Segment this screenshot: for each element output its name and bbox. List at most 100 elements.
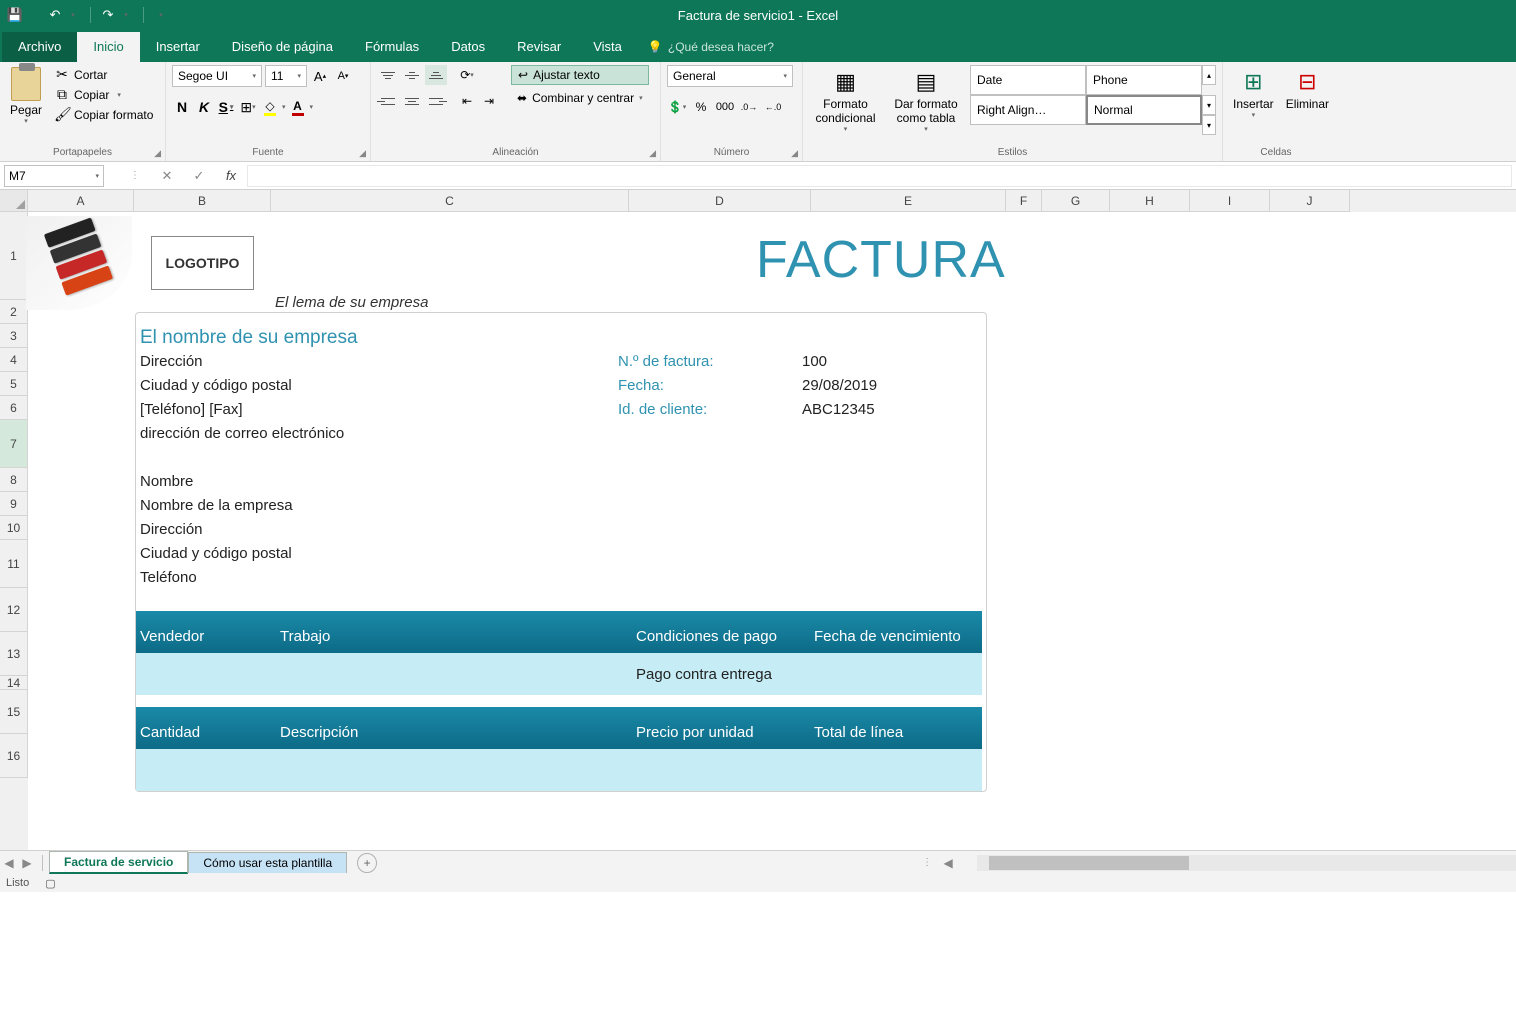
enter-formula-button[interactable]: ✓: [187, 165, 211, 187]
increase-font-button[interactable]: A▴: [310, 66, 330, 86]
row-header-16[interactable]: 16: [0, 734, 28, 778]
tab-home[interactable]: Inicio: [77, 32, 139, 62]
row-header-15[interactable]: 15: [0, 690, 28, 734]
select-all-corner[interactable]: [0, 190, 28, 212]
col-header-a[interactable]: A: [28, 190, 134, 212]
row-header-2[interactable]: 2: [0, 300, 28, 324]
style-gallery-more[interactable]: ▾: [1202, 115, 1216, 135]
delete-cells-button[interactable]: ⊟ Eliminar: [1282, 65, 1333, 113]
format-table-button[interactable]: ▤ Dar formato como tabla▾: [886, 65, 966, 135]
tab-review[interactable]: Revisar: [501, 32, 577, 62]
col-header-h[interactable]: H: [1110, 190, 1190, 212]
style-scroll-down[interactable]: ▾: [1202, 95, 1216, 115]
col-header-e[interactable]: E: [811, 190, 1006, 212]
insert-cells-button[interactable]: ⊞ Insertar▾: [1229, 65, 1278, 121]
undo-dropdown[interactable]: ▾: [66, 8, 80, 22]
format-painter-button[interactable]: 🖌Copiar formato: [50, 105, 157, 124]
orientation-button[interactable]: ⟳▾: [457, 65, 477, 85]
cell-style-date[interactable]: Date: [970, 65, 1086, 95]
sheet-nav-prev[interactable]: ◀: [0, 856, 18, 870]
number-format-selector[interactable]: General▾: [667, 65, 793, 87]
decrease-decimal-button[interactable]: ←.0: [763, 97, 783, 117]
row-header-9[interactable]: 9: [0, 492, 28, 516]
accounting-format-button[interactable]: 💲▾: [667, 97, 687, 117]
sheet-nav-next[interactable]: ▶: [18, 856, 36, 870]
decrease-font-button[interactable]: A▾: [333, 66, 353, 86]
redo-dropdown[interactable]: ▾: [119, 8, 133, 22]
sheet-tab-howto[interactable]: Cómo usar esta plantilla: [188, 852, 347, 873]
row-header-13[interactable]: 13: [0, 632, 28, 676]
company-name[interactable]: El nombre de su empresa: [136, 327, 986, 349]
align-left-button[interactable]: [377, 91, 399, 111]
save-icon[interactable]: 💾: [8, 8, 22, 22]
merge-center-button[interactable]: ⬌Combinar y centrar▾: [511, 89, 649, 107]
tab-data[interactable]: Datos: [435, 32, 501, 62]
table1-row[interactable]: Pago contra entrega: [136, 653, 982, 695]
redo-icon[interactable]: ↷: [101, 8, 115, 22]
style-scroll-up[interactable]: ▴: [1202, 65, 1216, 85]
align-top-button[interactable]: [377, 65, 399, 85]
cut-button[interactable]: ✂Cortar: [50, 65, 157, 84]
billto-name[interactable]: Nombre: [136, 469, 986, 493]
row-header-7[interactable]: 7: [0, 420, 28, 468]
copy-button[interactable]: ⧉Copiar▾: [50, 85, 157, 104]
row-header-8[interactable]: 8: [0, 468, 28, 492]
col-header-g[interactable]: G: [1042, 190, 1110, 212]
cell-style-normal[interactable]: Normal: [1086, 95, 1202, 125]
cell-style-rightalign[interactable]: Right Align…: [970, 95, 1086, 125]
percent-button[interactable]: %: [691, 97, 711, 117]
customer-id-value[interactable]: ABC12345: [802, 397, 972, 421]
bold-button[interactable]: N: [172, 97, 192, 117]
tell-me-search[interactable]: 💡 ¿Qué desea hacer?: [648, 40, 774, 62]
paste-button[interactable]: Pegar ▾: [6, 65, 46, 127]
font-name-selector[interactable]: Segoe UI▾: [172, 65, 262, 87]
align-right-button[interactable]: [425, 91, 447, 111]
invoice-title[interactable]: FACTURA: [756, 230, 1006, 290]
increase-indent-button[interactable]: ⇥: [479, 91, 499, 111]
horizontal-scrollbar[interactable]: [977, 855, 1516, 871]
cancel-formula-button[interactable]: ✕: [155, 165, 179, 187]
clipboard-dialog-launcher[interactable]: ◢: [154, 148, 161, 159]
row-header-5[interactable]: 5: [0, 372, 28, 396]
row-header-3[interactable]: 3: [0, 324, 28, 348]
billto-phone[interactable]: Teléfono: [136, 565, 986, 589]
align-middle-button[interactable]: [401, 65, 423, 85]
align-bottom-button[interactable]: [425, 65, 447, 85]
col-header-b[interactable]: B: [134, 190, 271, 212]
cell-style-phone[interactable]: Phone: [1086, 65, 1202, 95]
col-header-f[interactable]: F: [1006, 190, 1042, 212]
tab-formulas[interactable]: Fórmulas: [349, 32, 435, 62]
add-sheet-button[interactable]: +: [357, 853, 377, 873]
border-button[interactable]: ⊞▾: [238, 97, 258, 117]
font-color-button[interactable]: A: [288, 97, 308, 117]
company-city[interactable]: Ciudad y código postal: [136, 373, 614, 397]
row-header-14[interactable]: 14: [0, 676, 28, 690]
col-header-c[interactable]: C: [271, 190, 629, 212]
conditional-format-button[interactable]: ▦ Formato condicional▾: [809, 65, 882, 135]
fx-button[interactable]: fx: [219, 165, 243, 187]
row-header-4[interactable]: 4: [0, 348, 28, 372]
increase-decimal-button[interactable]: .0→: [739, 97, 759, 117]
tab-file[interactable]: Archivo: [2, 32, 77, 62]
wrap-text-button[interactable]: ↩Ajustar texto: [511, 65, 649, 85]
invoice-number-value[interactable]: 100: [802, 349, 972, 373]
billto-company[interactable]: Nombre de la empresa: [136, 493, 986, 517]
alignment-dialog-launcher[interactable]: ◢: [649, 148, 656, 159]
hscroll-left[interactable]: ◀: [939, 856, 957, 870]
company-slogan[interactable]: El lema de su empresa: [275, 294, 428, 311]
tab-view[interactable]: Vista: [577, 32, 638, 62]
spreadsheet-grid[interactable]: A B C D E F G H I J 12345678910111213141…: [0, 190, 1516, 850]
macro-record-icon[interactable]: ▢: [45, 877, 55, 890]
undo-icon[interactable]: ↶: [48, 8, 62, 22]
decrease-indent-button[interactable]: ⇤: [457, 91, 477, 111]
col-header-d[interactable]: D: [629, 190, 811, 212]
billto-address[interactable]: Dirección: [136, 517, 986, 541]
row-header-1[interactable]: 1: [0, 212, 28, 300]
company-email[interactable]: dirección de correo electrónico: [136, 421, 986, 445]
sheet-tab-invoice[interactable]: Factura de servicio: [49, 851, 188, 874]
comma-button[interactable]: 000: [715, 97, 735, 117]
italic-button[interactable]: K: [194, 97, 214, 117]
tab-insert[interactable]: Insertar: [140, 32, 216, 62]
invoice-date-value[interactable]: 29/08/2019: [802, 373, 972, 397]
row-header-12[interactable]: 12: [0, 588, 28, 632]
